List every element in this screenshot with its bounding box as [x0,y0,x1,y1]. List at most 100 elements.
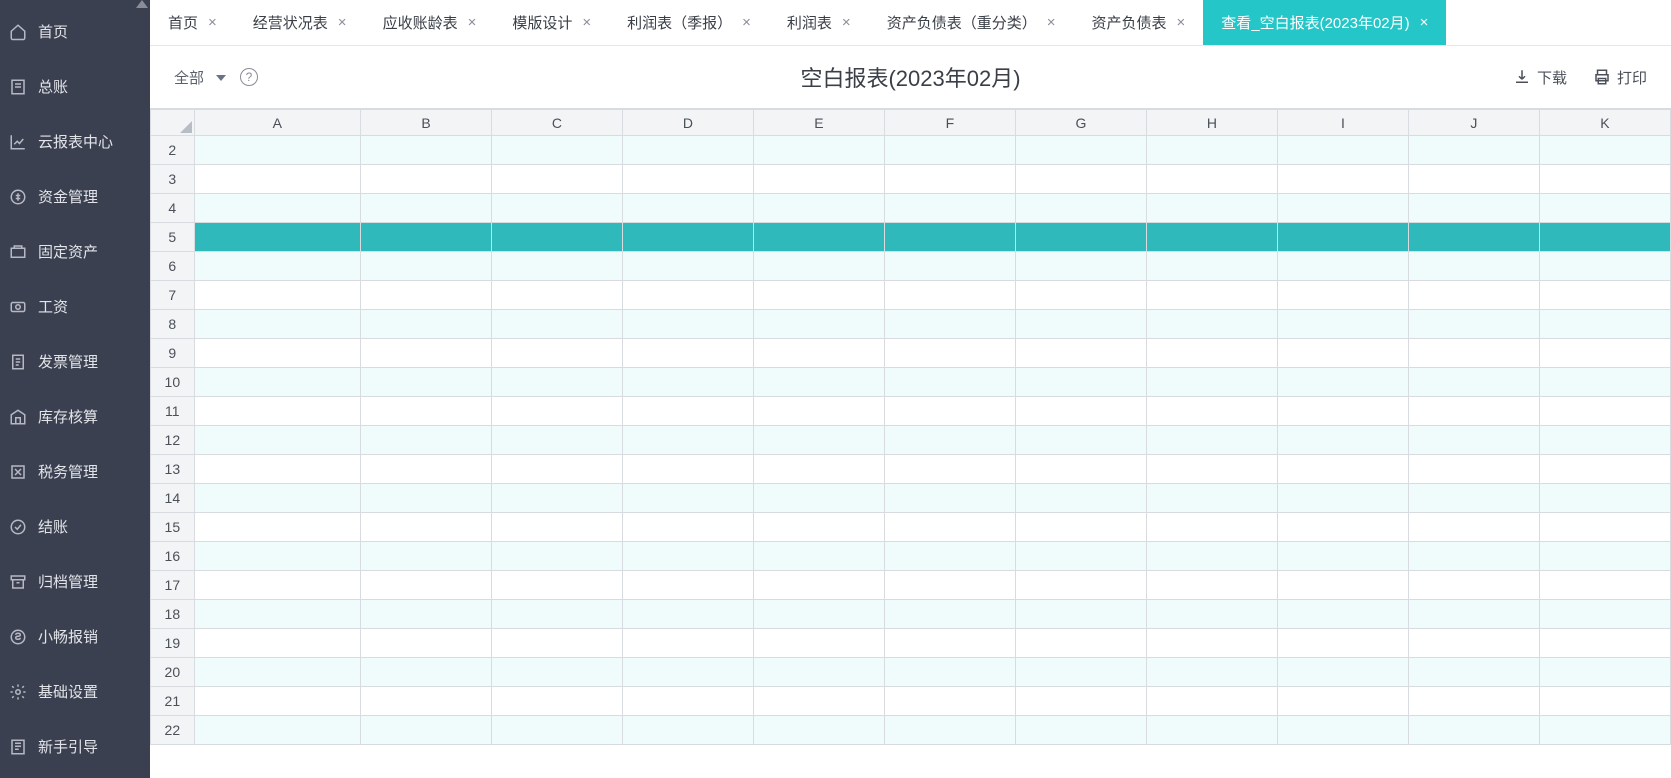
cell-J12[interactable] [1408,426,1539,455]
cell-E12[interactable] [753,426,884,455]
cell-G21[interactable] [1015,687,1146,716]
cell-I2[interactable] [1277,136,1408,165]
cell-F15[interactable] [884,513,1015,542]
cell-I14[interactable] [1277,484,1408,513]
cell-B7[interactable] [361,281,492,310]
cell-C13[interactable] [491,455,622,484]
cell-E21[interactable] [753,687,884,716]
cell-C18[interactable] [491,600,622,629]
cell-C12[interactable] [491,426,622,455]
cell-G17[interactable] [1015,571,1146,600]
cell-H21[interactable] [1146,687,1277,716]
cell-K10[interactable] [1539,368,1670,397]
cell-A19[interactable] [194,629,360,658]
cell-J5[interactable] [1408,223,1539,252]
cell-J18[interactable] [1408,600,1539,629]
cell-K3[interactable] [1539,165,1670,194]
cell-A20[interactable] [194,658,360,687]
cell-J8[interactable] [1408,310,1539,339]
cell-K12[interactable] [1539,426,1670,455]
tab-0[interactable]: 首页× [150,0,235,45]
cell-F10[interactable] [884,368,1015,397]
cell-E2[interactable] [753,136,884,165]
cell-G5[interactable] [1015,223,1146,252]
sidebar-item-7[interactable]: 库存核算 [0,389,150,444]
sidebar-item-1[interactable]: 总账 [0,59,150,114]
cell-D17[interactable] [622,571,753,600]
tab-8[interactable]: 查看_空白报表(2023年02月)× [1203,0,1446,45]
cell-J22[interactable] [1408,716,1539,745]
cell-B8[interactable] [361,310,492,339]
cell-A3[interactable] [194,165,360,194]
cell-J16[interactable] [1408,542,1539,571]
cell-D20[interactable] [622,658,753,687]
cell-K16[interactable] [1539,542,1670,571]
cell-A16[interactable] [194,542,360,571]
cell-C22[interactable] [491,716,622,745]
tab-2[interactable]: 应收账龄表× [365,0,495,45]
cell-E14[interactable] [753,484,884,513]
cell-K8[interactable] [1539,310,1670,339]
cell-J11[interactable] [1408,397,1539,426]
cell-K14[interactable] [1539,484,1670,513]
cell-D10[interactable] [622,368,753,397]
cell-A11[interactable] [194,397,360,426]
cell-A18[interactable] [194,600,360,629]
cell-I17[interactable] [1277,571,1408,600]
sidebar-item-4[interactable]: 固定资产 [0,224,150,279]
cell-H8[interactable] [1146,310,1277,339]
col-header-B[interactable]: B [361,110,492,136]
cell-A12[interactable] [194,426,360,455]
row-header-4[interactable]: 4 [151,194,195,223]
cell-E4[interactable] [753,194,884,223]
cell-K2[interactable] [1539,136,1670,165]
cell-F13[interactable] [884,455,1015,484]
sidebar-item-5[interactable]: 工资 [0,279,150,334]
cell-F4[interactable] [884,194,1015,223]
cell-K22[interactable] [1539,716,1670,745]
cell-J17[interactable] [1408,571,1539,600]
row-header-10[interactable]: 10 [151,368,195,397]
cell-C16[interactable] [491,542,622,571]
cell-D22[interactable] [622,716,753,745]
cell-E3[interactable] [753,165,884,194]
cell-H6[interactable] [1146,252,1277,281]
cell-H12[interactable] [1146,426,1277,455]
close-icon[interactable]: × [1047,15,1056,30]
col-header-F[interactable]: F [884,110,1015,136]
row-header-15[interactable]: 15 [151,513,195,542]
cell-A15[interactable] [194,513,360,542]
cell-A21[interactable] [194,687,360,716]
cell-K4[interactable] [1539,194,1670,223]
cell-C17[interactable] [491,571,622,600]
cell-G7[interactable] [1015,281,1146,310]
cell-C9[interactable] [491,339,622,368]
cell-A6[interactable] [194,252,360,281]
col-header-D[interactable]: D [622,110,753,136]
cell-F20[interactable] [884,658,1015,687]
cell-D21[interactable] [622,687,753,716]
col-header-G[interactable]: G [1015,110,1146,136]
cell-F17[interactable] [884,571,1015,600]
cell-E15[interactable] [753,513,884,542]
sidebar-scroll-up-icon[interactable] [136,0,148,8]
cell-D5[interactable] [622,223,753,252]
sidebar-item-8[interactable]: 税务管理 [0,444,150,499]
cell-J21[interactable] [1408,687,1539,716]
cell-B2[interactable] [361,136,492,165]
cell-B14[interactable] [361,484,492,513]
cell-E7[interactable] [753,281,884,310]
cell-I4[interactable] [1277,194,1408,223]
cell-I20[interactable] [1277,658,1408,687]
cell-J14[interactable] [1408,484,1539,513]
cell-K19[interactable] [1539,629,1670,658]
cell-D19[interactable] [622,629,753,658]
cell-B11[interactable] [361,397,492,426]
cell-B3[interactable] [361,165,492,194]
cell-F6[interactable] [884,252,1015,281]
cell-A5[interactable] [194,223,360,252]
cell-C20[interactable] [491,658,622,687]
print-button[interactable]: 打印 [1593,67,1647,88]
cell-C19[interactable] [491,629,622,658]
cell-B9[interactable] [361,339,492,368]
